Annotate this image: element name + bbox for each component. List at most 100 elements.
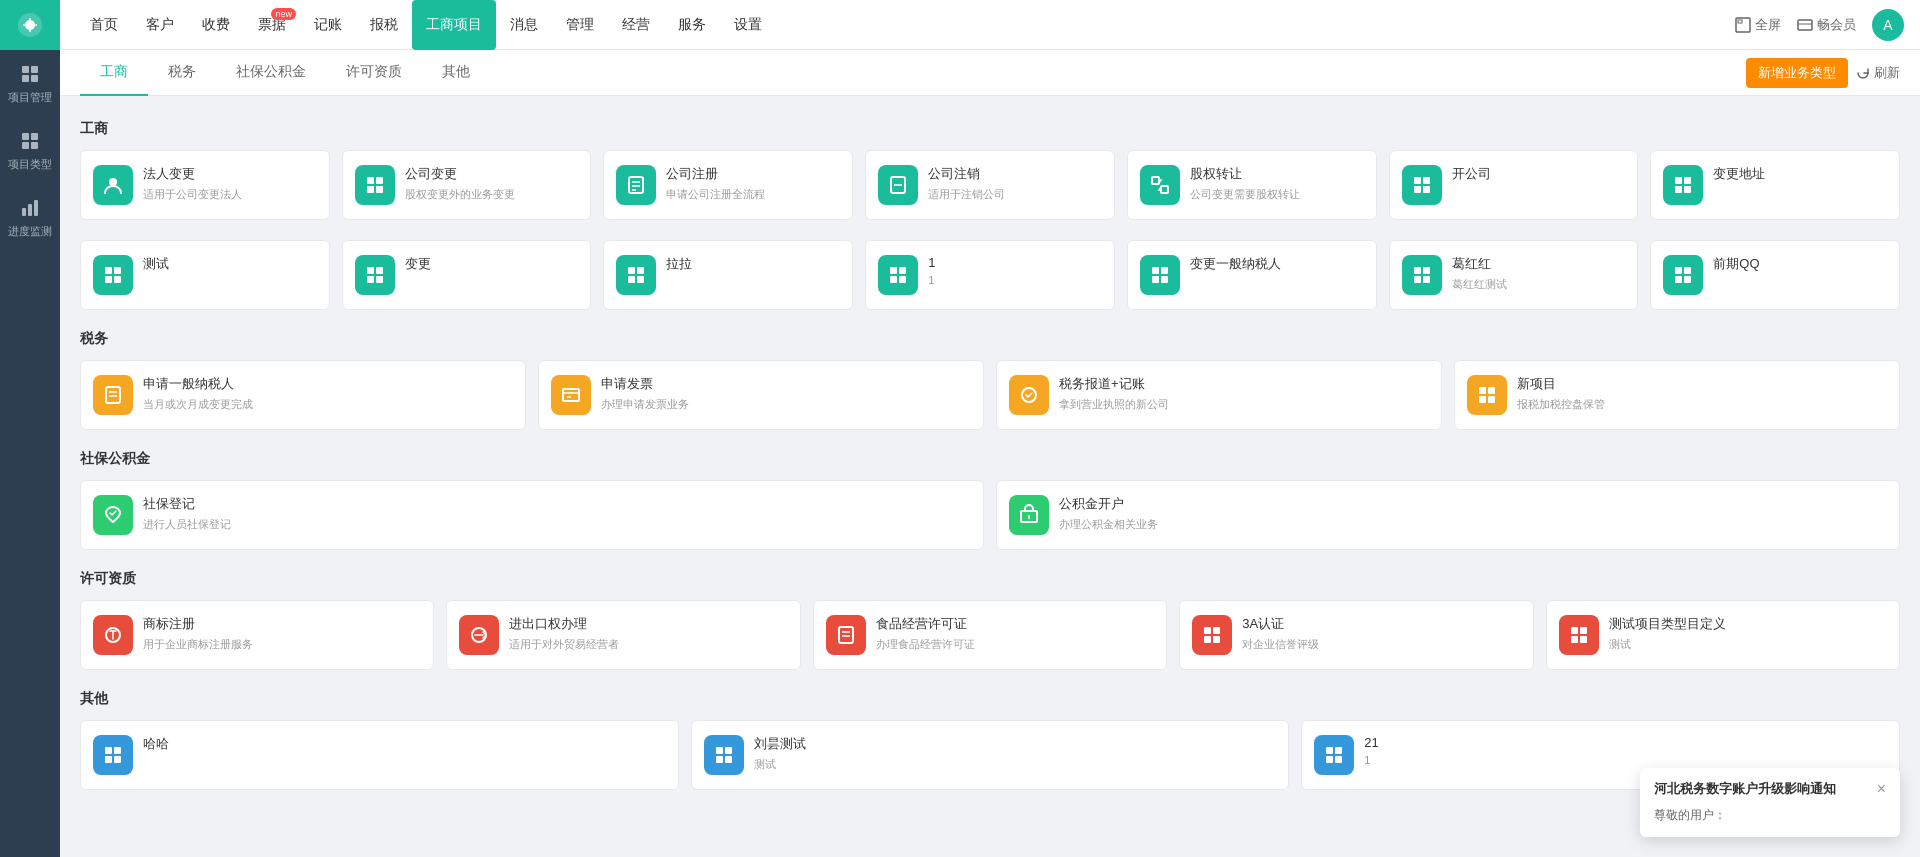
topnav: 首页 客户 收费 票据 new 记账 报税 工商项目 消息 管理 经营 服务 设… bbox=[60, 0, 1920, 50]
ge-honghong-icon bbox=[1402, 255, 1442, 295]
nav-tax[interactable]: 报税 bbox=[356, 0, 412, 50]
svg-rect-97 bbox=[725, 756, 732, 763]
card-test-project-type[interactable]: 测试项目类型目定义 测试 bbox=[1546, 600, 1900, 670]
svg-rect-61 bbox=[1684, 267, 1691, 274]
nav-billing[interactable]: 收费 bbox=[188, 0, 244, 50]
sidebar-item-project-type[interactable]: 项目类型 bbox=[0, 117, 60, 184]
card-ge-honghong[interactable]: 葛红红 葛红红测试 bbox=[1389, 240, 1639, 310]
card-provident-fund-account[interactable]: 公积金开户 办理公积金相关业务 bbox=[996, 480, 1900, 550]
company-change-title: 公司变更 bbox=[405, 165, 579, 183]
tab-industry[interactable]: 工商 bbox=[80, 50, 148, 96]
card-one[interactable]: 1 1 bbox=[865, 240, 1115, 310]
ge-honghong-desc: 葛红红测试 bbox=[1452, 277, 1626, 292]
card-apply-general-taxpayer[interactable]: 申请一般纳税人 当月或次月成变更完成 bbox=[80, 360, 526, 430]
card-change-address[interactable]: 变更地址 bbox=[1650, 150, 1900, 220]
topnav-right: 全屏 畅会员 A bbox=[1735, 9, 1904, 41]
svg-rect-29 bbox=[1423, 177, 1430, 184]
3a-certification-icon bbox=[1192, 615, 1232, 655]
industry-cards-row2: 测试 变更 bbox=[80, 240, 1900, 310]
card-company-register[interactable]: 公司注册 申请公司注册全流程 bbox=[603, 150, 853, 220]
svg-rect-67 bbox=[563, 389, 579, 401]
test-title: 测试 bbox=[143, 255, 317, 273]
card-open-company[interactable]: 开公司 bbox=[1389, 150, 1639, 220]
card-pre-qq[interactable]: 前期QQ bbox=[1650, 240, 1900, 310]
import-export-title: 进出口权办理 bbox=[509, 615, 787, 633]
open-company-title: 开公司 bbox=[1452, 165, 1626, 183]
card-test[interactable]: 测试 bbox=[80, 240, 330, 310]
nav-industry[interactable]: 工商项目 bbox=[412, 0, 496, 50]
twenty-one-desc: 1 bbox=[1364, 754, 1887, 766]
tab-social-security[interactable]: 社保公积金 bbox=[216, 50, 326, 96]
card-new-project[interactable]: 新项目 报税加税控盘保管 bbox=[1454, 360, 1900, 430]
card-food-license[interactable]: 食品经营许可证 办理食品经营许可证 bbox=[813, 600, 1167, 670]
card-change-general-taxpayer[interactable]: 变更一般纳税人 bbox=[1127, 240, 1377, 310]
nav-message[interactable]: 消息 bbox=[496, 0, 552, 50]
progress-monitor-icon bbox=[18, 196, 42, 220]
pre-qq-title: 前期QQ bbox=[1713, 255, 1887, 273]
svg-rect-82 bbox=[1204, 627, 1211, 634]
nav-management[interactable]: 管理 bbox=[552, 0, 608, 50]
nav-accounting[interactable]: 记账 bbox=[300, 0, 356, 50]
card-change[interactable]: 变更 bbox=[342, 240, 592, 310]
card-legal-change[interactable]: 法人变更 适用于公司变更法人 bbox=[80, 150, 330, 220]
svg-rect-57 bbox=[1423, 267, 1430, 274]
scroll-content: 工商 法人变更 适用于公司变更法人 bbox=[60, 96, 1920, 857]
new-project-icon bbox=[1467, 375, 1507, 415]
svg-rect-53 bbox=[1161, 267, 1168, 274]
card-3a-certification[interactable]: 3A认证 对企业信誉评级 bbox=[1179, 600, 1533, 670]
svg-rect-16 bbox=[367, 177, 374, 184]
refresh-button[interactable]: 刷新 bbox=[1856, 64, 1900, 82]
one-icon bbox=[878, 255, 918, 295]
sidebar-logo[interactable] bbox=[0, 0, 60, 50]
card-equity-transfer[interactable]: 股权转让 公司变更需要股权转让 bbox=[1127, 150, 1377, 220]
liu-pei-test-title: 刘昙测试 bbox=[754, 735, 1277, 753]
pre-qq-icon bbox=[1663, 255, 1703, 295]
svg-rect-79 bbox=[839, 627, 853, 643]
other-cards: 哈哈 刘昙测试 测试 bbox=[80, 720, 1900, 790]
equity-transfer-icon bbox=[1140, 165, 1180, 205]
svg-rect-91 bbox=[114, 747, 121, 754]
card-apply-invoice[interactable]: 申请发票 办理申请发票业务 bbox=[538, 360, 984, 430]
content-area: 工商 税务 社保公积金 许可资质 其他 新增业务类型 刷新 bbox=[60, 50, 1920, 857]
card-tax-report-accounting[interactable]: 税务报道+记账 拿到营业执照的新公司 bbox=[996, 360, 1442, 430]
card-company-change[interactable]: 公司变更 股权变更外的业务变更 bbox=[342, 150, 592, 220]
tabs-bar: 工商 税务 社保公积金 许可资质 其他 新增业务类型 刷新 bbox=[60, 50, 1920, 96]
tab-other[interactable]: 其他 bbox=[422, 50, 490, 96]
card-liu-pei-test[interactable]: 刘昙测试 测试 bbox=[691, 720, 1290, 790]
card-social-security-register[interactable]: 社保登记 进行人员社保登记 bbox=[80, 480, 984, 550]
svg-rect-73 bbox=[1479, 396, 1486, 403]
sidebar-item-progress-monitor[interactable]: 进度监测 bbox=[0, 184, 60, 251]
haha-title: 哈哈 bbox=[143, 735, 666, 753]
add-type-button[interactable]: 新增业务类型 bbox=[1746, 58, 1848, 88]
notification-close-button[interactable]: × bbox=[1877, 780, 1886, 798]
nav-ticket[interactable]: 票据 new bbox=[244, 0, 300, 50]
card-import-export[interactable]: 进出口权办理 适用于对外贸易经营者 bbox=[446, 600, 800, 670]
svg-rect-17 bbox=[376, 177, 383, 184]
lala-title: 拉拉 bbox=[666, 255, 840, 273]
svg-rect-52 bbox=[1152, 267, 1159, 274]
avatar[interactable]: A bbox=[1872, 9, 1904, 41]
svg-rect-100 bbox=[1326, 756, 1333, 763]
card-lala[interactable]: 拉拉 bbox=[603, 240, 853, 310]
svg-rect-28 bbox=[1414, 177, 1421, 184]
card-haha[interactable]: 哈哈 bbox=[80, 720, 679, 790]
nav-customer[interactable]: 客户 bbox=[132, 0, 188, 50]
one-desc: 1 bbox=[928, 274, 1102, 286]
tab-tax[interactable]: 税务 bbox=[148, 50, 216, 96]
nav-operation[interactable]: 经营 bbox=[608, 0, 664, 50]
tabs-left: 工商 税务 社保公积金 许可资质 其他 bbox=[80, 50, 490, 96]
company-register-desc: 申请公司注册全流程 bbox=[666, 187, 840, 202]
card-trademark-register[interactable]: 商标注册 用于企业商标注册服务 bbox=[80, 600, 434, 670]
card-company-cancel[interactable]: 公司注销 适用于注销公司 bbox=[865, 150, 1115, 220]
svg-rect-46 bbox=[628, 276, 635, 283]
nav-home[interactable]: 首页 bbox=[76, 0, 132, 50]
company-cancel-title: 公司注销 bbox=[928, 165, 1102, 183]
nav-settings[interactable]: 设置 bbox=[720, 0, 776, 50]
nav-service[interactable]: 服务 bbox=[664, 0, 720, 50]
change-icon bbox=[355, 255, 395, 295]
tab-license[interactable]: 许可资质 bbox=[326, 50, 422, 96]
sidebar-item-project-mgmt[interactable]: 项目管理 bbox=[0, 50, 60, 117]
member-btn[interactable]: 畅会员 bbox=[1797, 16, 1856, 34]
one-title: 1 bbox=[928, 255, 1102, 270]
fullscreen-btn[interactable]: 全屏 bbox=[1735, 16, 1781, 34]
